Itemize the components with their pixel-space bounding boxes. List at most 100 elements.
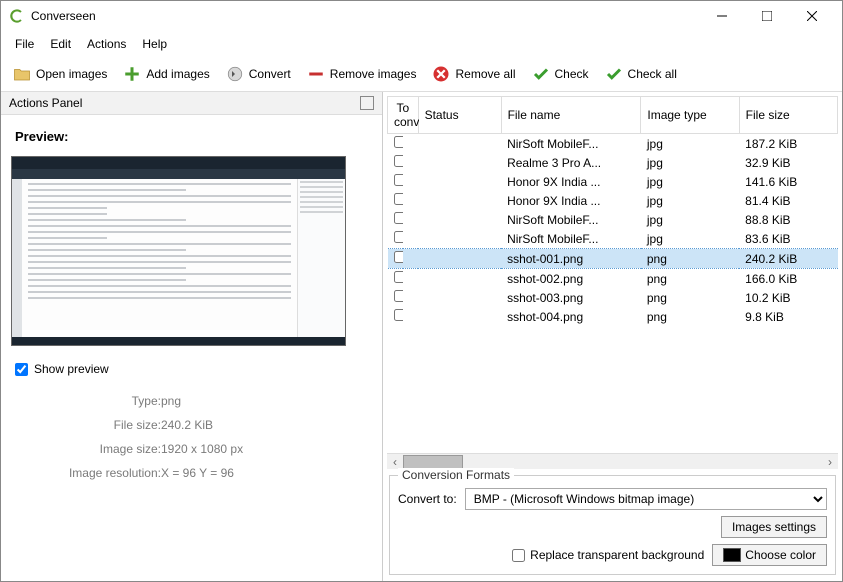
row-status <box>418 191 501 210</box>
choose-color-button[interactable]: Choose color <box>712 544 827 566</box>
row-filename: NirSoft MobileF... <box>501 134 641 154</box>
minimize-button[interactable] <box>699 2 744 30</box>
table-row[interactable]: Honor 9X India ...jpg81.4 KiB <box>388 191 838 210</box>
row-filename: sshot-001.png <box>501 249 641 269</box>
dock-toggle-icon[interactable] <box>360 96 374 110</box>
col-file-size[interactable]: File size <box>739 97 837 134</box>
row-type: jpg <box>641 153 739 172</box>
add-images-button[interactable]: Add images <box>119 63 213 85</box>
remove-images-button[interactable]: Remove images <box>303 63 421 85</box>
row-size: 81.4 KiB <box>739 191 837 210</box>
row-filename: NirSoft MobileF... <box>501 229 641 249</box>
col-image-type[interactable]: Image type <box>641 97 739 134</box>
show-preview-label: Show preview <box>34 362 109 376</box>
row-size: 88.8 KiB <box>739 210 837 229</box>
table-row[interactable]: Honor 9X India ...jpg141.6 KiB <box>388 172 838 191</box>
table-row[interactable]: NirSoft MobileF...jpg88.8 KiB <box>388 210 838 229</box>
table-row[interactable]: Realme 3 Pro A...jpg32.9 KiB <box>388 153 838 172</box>
row-status <box>418 210 501 229</box>
show-preview-checkbox[interactable]: Show preview <box>15 362 368 376</box>
info-resolution-label: Image resolution: <box>21 466 161 480</box>
check-all-label: Check all <box>628 67 677 81</box>
row-filename: Realme 3 Pro A... <box>501 153 641 172</box>
preview-heading: Preview: <box>15 129 368 144</box>
info-imagesize-value: 1920 x 1080 px <box>161 442 362 456</box>
close-button[interactable] <box>789 2 834 30</box>
add-images-label: Add images <box>146 67 209 81</box>
row-type: png <box>641 307 739 326</box>
row-checkbox[interactable] <box>394 155 403 167</box>
file-table-wrapper[interactable]: To convert Status File name Image type F… <box>387 96 838 453</box>
scroll-right-icon[interactable]: › <box>822 454 838 470</box>
row-type: jpg <box>641 229 739 249</box>
maximize-button[interactable] <box>744 2 789 30</box>
check-label: Check <box>555 67 589 81</box>
table-row[interactable]: sshot-003.pngpng10.2 KiB <box>388 288 838 307</box>
row-checkbox[interactable] <box>394 231 403 243</box>
col-filename[interactable]: File name <box>501 97 641 134</box>
table-row[interactable]: NirSoft MobileF...jpg187.2 KiB <box>388 134 838 154</box>
replace-transparent-checkbox[interactable]: Replace transparent background <box>512 548 704 562</box>
table-row[interactable]: NirSoft MobileF...jpg83.6 KiB <box>388 229 838 249</box>
row-checkbox[interactable] <box>394 174 403 186</box>
toolbar: Open images Add images Convert Remove im… <box>1 57 842 92</box>
row-status <box>418 307 501 326</box>
color-swatch-icon <box>723 548 741 562</box>
col-status[interactable]: Status <box>418 97 501 134</box>
menu-actions[interactable]: Actions <box>79 33 134 55</box>
row-type: png <box>641 249 739 269</box>
menu-help[interactable]: Help <box>134 33 175 55</box>
show-preview-input[interactable] <box>15 363 28 376</box>
horizontal-scrollbar[interactable]: ‹ › <box>387 453 838 469</box>
row-size: 166.0 KiB <box>739 269 837 289</box>
row-checkbox[interactable] <box>394 309 403 321</box>
row-status <box>418 153 501 172</box>
check-button[interactable]: Check <box>528 63 593 85</box>
info-imagesize-label: Image size: <box>21 442 161 456</box>
row-filename: Honor 9X India ... <box>501 191 641 210</box>
check-all-button[interactable]: Check all <box>601 63 681 85</box>
row-type: jpg <box>641 172 739 191</box>
convert-icon <box>226 65 244 83</box>
file-table: To convert Status File name Image type F… <box>387 96 838 326</box>
check-all-icon <box>605 65 623 83</box>
conversion-formats-title: Conversion Formats <box>398 468 514 482</box>
row-checkbox[interactable] <box>394 290 403 302</box>
title-bar: Converseen <box>1 1 842 31</box>
row-checkbox[interactable] <box>394 193 403 205</box>
actions-panel-title: Actions Panel <box>9 96 82 110</box>
convert-button[interactable]: Convert <box>222 63 295 85</box>
row-filename: NirSoft MobileF... <box>501 210 641 229</box>
row-status <box>418 172 501 191</box>
open-images-label: Open images <box>36 67 107 81</box>
table-row[interactable]: sshot-002.pngpng166.0 KiB <box>388 269 838 289</box>
table-row[interactable]: sshot-001.pngpng240.2 KiB <box>388 249 838 269</box>
row-checkbox[interactable] <box>394 212 403 224</box>
conversion-formats-group: Conversion Formats Convert to: BMP - (Mi… <box>389 475 836 575</box>
row-status <box>418 229 501 249</box>
row-status <box>418 269 501 289</box>
col-to-convert[interactable]: To convert <box>388 97 419 134</box>
row-size: 240.2 KiB <box>739 249 837 269</box>
row-size: 32.9 KiB <box>739 153 837 172</box>
row-checkbox[interactable] <box>394 251 403 263</box>
preview-thumbnail <box>11 156 346 346</box>
folder-open-icon <box>13 65 31 83</box>
row-status <box>418 288 501 307</box>
menu-edit[interactable]: Edit <box>42 33 79 55</box>
images-settings-button[interactable]: Images settings <box>721 516 827 538</box>
row-size: 187.2 KiB <box>739 134 837 154</box>
replace-transparent-input[interactable] <box>512 549 525 562</box>
menu-file[interactable]: File <box>7 33 42 55</box>
row-type: png <box>641 269 739 289</box>
open-images-button[interactable]: Open images <box>9 63 111 85</box>
convert-to-select[interactable]: BMP - (Microsoft Windows bitmap image) <box>465 488 827 510</box>
menu-bar: File Edit Actions Help <box>1 31 842 57</box>
row-checkbox[interactable] <box>394 136 403 148</box>
table-row[interactable]: sshot-004.pngpng9.8 KiB <box>388 307 838 326</box>
check-icon <box>532 65 550 83</box>
remove-all-button[interactable]: Remove all <box>428 63 519 85</box>
row-type: jpg <box>641 210 739 229</box>
row-checkbox[interactable] <box>394 271 403 283</box>
row-type: jpg <box>641 191 739 210</box>
